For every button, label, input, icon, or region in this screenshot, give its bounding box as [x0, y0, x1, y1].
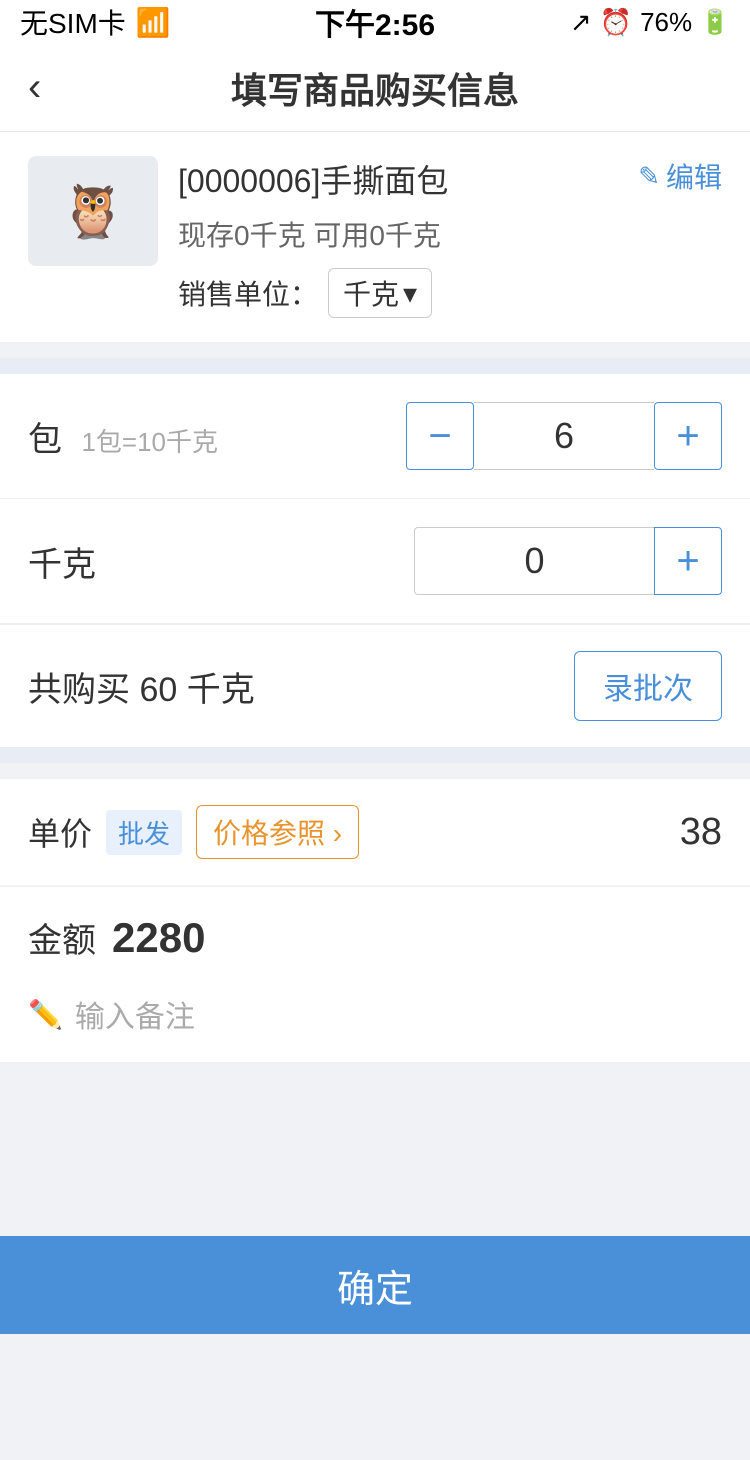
page-title: 填写商品购买信息: [231, 62, 519, 114]
bao-increment-button[interactable]: +: [654, 402, 722, 470]
status-time: 下午2:56: [315, 0, 435, 44]
wifi-icon: 📶: [136, 6, 171, 39]
unit-select[interactable]: 千克 ▾: [328, 268, 432, 318]
bao-qty-control: − +: [406, 402, 722, 470]
carrier-label: 无SIM卡: [20, 2, 126, 42]
bao-section: 包 1包=10千克 − + 千克 + 共购买 60 千克 录批次: [0, 374, 750, 747]
price-tag: 批发: [106, 810, 182, 855]
location-icon: ↗: [570, 7, 592, 38]
chevron-down-icon: ▾: [403, 277, 417, 310]
edit-button[interactable]: ✎ 编辑: [638, 156, 722, 196]
battery-label: 76%: [640, 7, 692, 38]
separator-2: [0, 747, 750, 763]
product-card: 🦉 [0000006]手撕面包 现存0千克 可用0千克 销售单位： 千克 ▾ ✎…: [0, 132, 750, 342]
status-bar: 无SIM卡 📶 下午2:56 ↗ ⏰ 76% 🔋: [0, 0, 750, 44]
total-label: 共购买 60 千克: [28, 662, 255, 711]
alarm-icon: ⏰: [600, 7, 632, 38]
amount-row: 金额 2280: [28, 913, 722, 962]
product-logo-icon: 🦉: [61, 181, 126, 242]
price-label: 单价: [28, 809, 92, 855]
back-button[interactable]: ‹: [28, 65, 41, 110]
remark-row[interactable]: ✏️ 输入备注: [28, 982, 722, 1062]
kg-label: 千克: [28, 537, 414, 586]
price-row: 单价 批发 价格参照 › 38: [28, 805, 722, 859]
product-image: 🦉: [28, 156, 158, 266]
kg-input[interactable]: [414, 527, 654, 595]
separator-1: [0, 358, 750, 374]
unit-label: 销售单位：: [178, 273, 318, 313]
batch-button[interactable]: 录批次: [574, 651, 722, 721]
confirm-button[interactable]: 确定: [0, 1236, 750, 1334]
nav-bar: ‹ 填写商品购买信息: [0, 44, 750, 132]
amount-section: 金额 2280 ✏️ 输入备注: [0, 887, 750, 1062]
kg-increment-button[interactable]: +: [654, 527, 722, 595]
total-row: 共购买 60 千克 录批次: [0, 624, 750, 747]
price-section: 单价 批发 价格参照 › 38: [0, 779, 750, 885]
bao-hint: 1包=10千克: [81, 427, 218, 457]
amount-label: 金额: [28, 913, 96, 962]
status-left: 无SIM卡 📶: [20, 2, 171, 42]
kg-row: 千克 +: [0, 499, 750, 624]
price-value: 38: [680, 811, 722, 854]
bao-row: 包 1包=10千克 − +: [0, 374, 750, 499]
amount-value: 2280: [112, 914, 205, 962]
battery-icon: 🔋: [700, 8, 730, 37]
remark-placeholder: 输入备注: [75, 992, 195, 1036]
bao-input[interactable]: [474, 402, 654, 470]
product-unit-row: 销售单位： 千克 ▾: [178, 268, 722, 318]
kg-qty-control: +: [414, 527, 722, 595]
bao-decrement-button[interactable]: −: [406, 402, 474, 470]
product-stock: 现存0千克 可用0千克: [178, 214, 722, 254]
bao-label: 包 1包=10千克: [28, 412, 406, 461]
status-right: ↗ ⏰ 76% 🔋: [570, 7, 730, 38]
pencil-icon: ✏️: [28, 998, 63, 1031]
edit-icon: ✎: [638, 161, 660, 192]
price-ref-button[interactable]: 价格参照 ›: [196, 805, 359, 859]
